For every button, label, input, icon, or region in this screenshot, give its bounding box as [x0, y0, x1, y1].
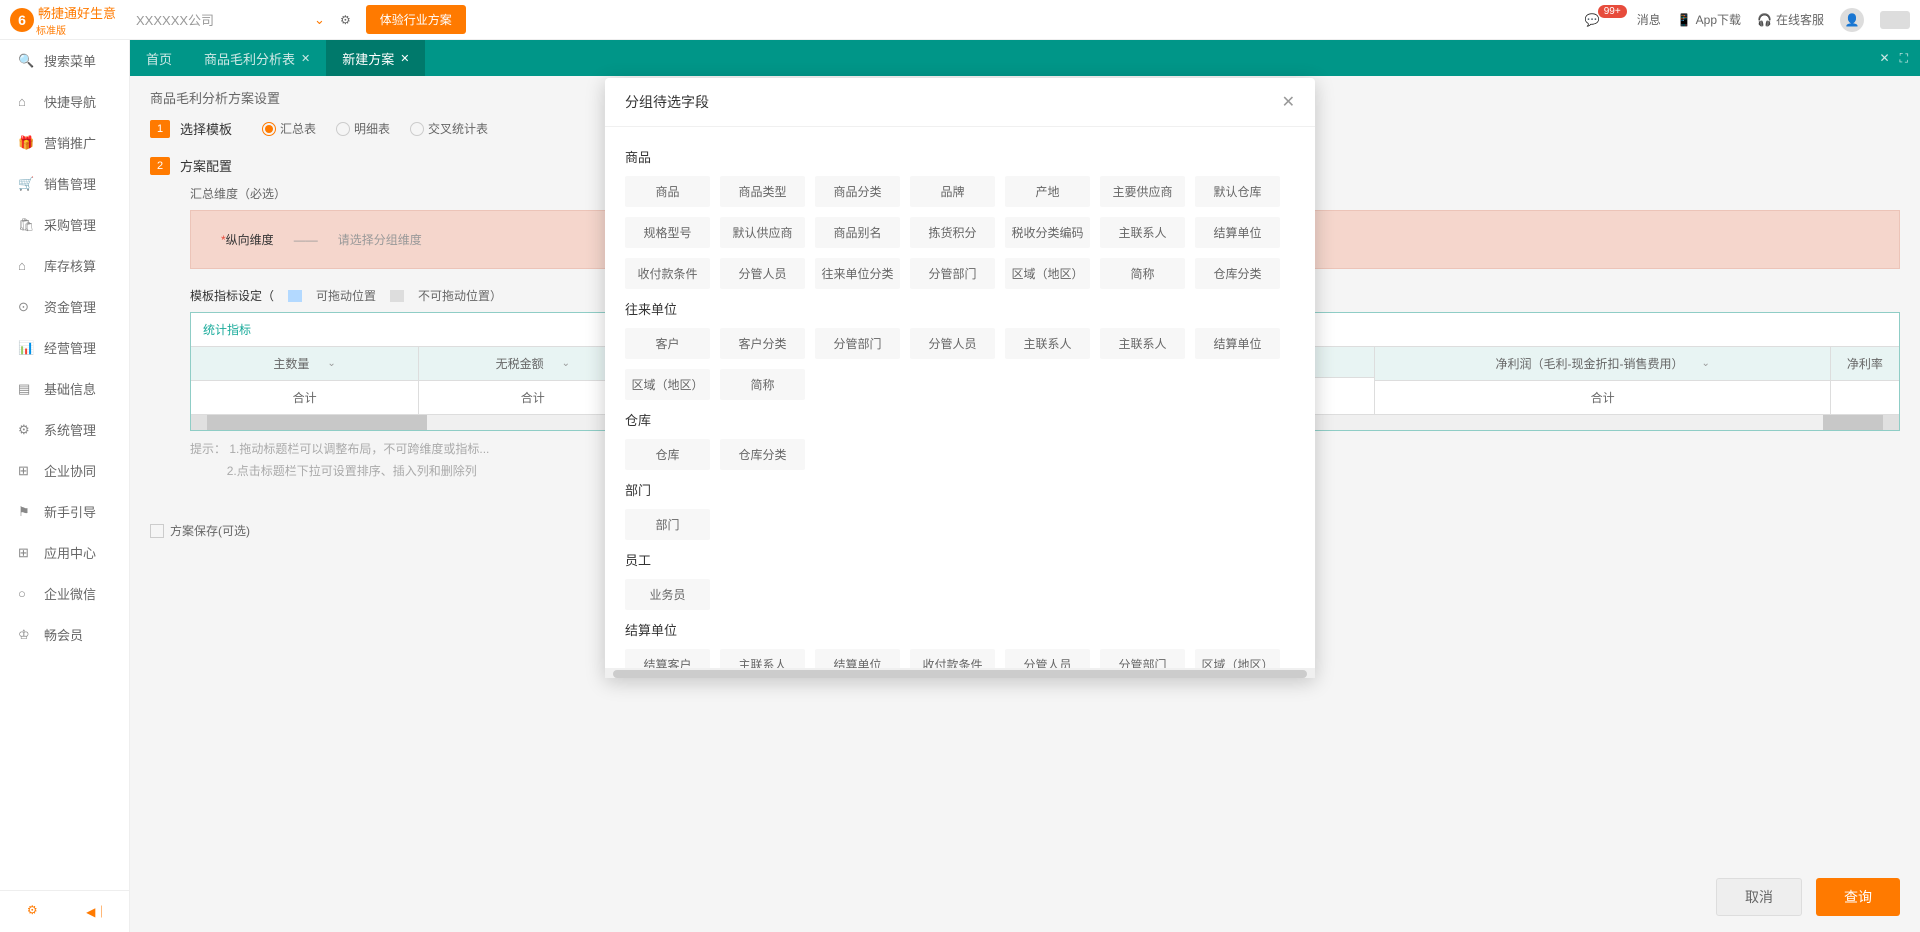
- field-chip[interactable]: 仓库分类: [720, 439, 805, 470]
- field-chip[interactable]: 主联系人: [1100, 217, 1185, 248]
- field-chip[interactable]: 分管部门: [815, 328, 900, 359]
- field-section-4: 员工业务员: [625, 550, 1295, 610]
- modal-close-button[interactable]: ✕: [1282, 92, 1295, 112]
- field-chip[interactable]: 收付款条件: [625, 258, 710, 289]
- field-grid: 结算客户主联系人结算单位收付款条件分管人员分管部门区域（地区）简称: [625, 649, 1295, 668]
- field-chip[interactable]: 主联系人: [1005, 328, 1090, 359]
- field-chip[interactable]: 区域（地区）: [1005, 258, 1090, 289]
- field-chip[interactable]: 分管人员: [910, 328, 995, 359]
- field-chip[interactable]: 分管人员: [1005, 649, 1090, 668]
- field-chip[interactable]: 结算单位: [1195, 328, 1280, 359]
- field-grid: 商品商品类型商品分类品牌产地主要供应商默认仓库规格型号默认供应商商品别名拣货积分…: [625, 176, 1295, 289]
- field-selector-modal: 分组待选字段 ✕ 商品商品商品类型商品分类品牌产地主要供应商默认仓库规格型号默认…: [605, 78, 1315, 678]
- field-chip[interactable]: 分管人员: [720, 258, 805, 289]
- field-chip[interactable]: 拣货积分: [910, 217, 995, 248]
- field-chip[interactable]: 产地: [1005, 176, 1090, 207]
- field-chip[interactable]: 结算单位: [1195, 217, 1280, 248]
- field-section-title: 结算单位: [625, 620, 1295, 639]
- field-chip[interactable]: 部门: [625, 509, 710, 540]
- field-section-title: 部门: [625, 480, 1295, 499]
- field-chip[interactable]: 区域（地区）: [1195, 649, 1280, 668]
- modal-scrollbar-thumb[interactable]: [613, 670, 1307, 678]
- modal-title: 分组待选字段: [625, 92, 709, 112]
- field-grid: 仓库仓库分类: [625, 439, 1295, 470]
- field-section-title: 商品: [625, 147, 1295, 166]
- field-chip[interactable]: 客户: [625, 328, 710, 359]
- field-section-5: 结算单位结算客户主联系人结算单位收付款条件分管人员分管部门区域（地区）简称: [625, 620, 1295, 668]
- field-chip[interactable]: 主联系人: [1100, 328, 1185, 359]
- field-chip[interactable]: 简称: [720, 369, 805, 400]
- field-chip[interactable]: 结算单位: [815, 649, 900, 668]
- field-grid: 业务员: [625, 579, 1295, 610]
- field-section-2: 仓库仓库仓库分类: [625, 410, 1295, 470]
- field-section-0: 商品商品商品类型商品分类品牌产地主要供应商默认仓库规格型号默认供应商商品别名拣货…: [625, 147, 1295, 289]
- field-chip[interactable]: 默认仓库: [1195, 176, 1280, 207]
- field-chip[interactable]: 默认供应商: [720, 217, 805, 248]
- field-chip[interactable]: 主要供应商: [1100, 176, 1185, 207]
- modal-horizontal-scrollbar[interactable]: [605, 668, 1315, 678]
- field-chip[interactable]: 主联系人: [720, 649, 805, 668]
- field-grid: 部门: [625, 509, 1295, 540]
- field-chip[interactable]: 品牌: [910, 176, 995, 207]
- field-chip[interactable]: 商品类型: [720, 176, 805, 207]
- field-chip[interactable]: 分管部门: [1100, 649, 1185, 668]
- field-chip[interactable]: 业务员: [625, 579, 710, 610]
- field-chip[interactable]: 收付款条件: [910, 649, 995, 668]
- modal-overlay: 分组待选字段 ✕ 商品商品商品类型商品分类品牌产地主要供应商默认仓库规格型号默认…: [0, 0, 1920, 932]
- field-section-title: 往来单位: [625, 299, 1295, 318]
- field-chip[interactable]: 规格型号: [625, 217, 710, 248]
- field-chip[interactable]: 简称: [1100, 258, 1185, 289]
- field-chip[interactable]: 仓库分类: [1195, 258, 1280, 289]
- field-section-title: 仓库: [625, 410, 1295, 429]
- field-chip[interactable]: 区域（地区）: [625, 369, 710, 400]
- field-chip[interactable]: 客户分类: [720, 328, 805, 359]
- modal-body: 商品商品商品类型商品分类品牌产地主要供应商默认仓库规格型号默认供应商商品别名拣货…: [605, 127, 1315, 668]
- field-chip[interactable]: 结算客户: [625, 649, 710, 668]
- field-grid: 客户客户分类分管部门分管人员主联系人主联系人结算单位区域（地区）简称: [625, 328, 1295, 400]
- field-section-title: 员工: [625, 550, 1295, 569]
- field-section-1: 往来单位客户客户分类分管部门分管人员主联系人主联系人结算单位区域（地区）简称: [625, 299, 1295, 400]
- field-chip[interactable]: 仓库: [625, 439, 710, 470]
- field-chip[interactable]: 商品: [625, 176, 710, 207]
- field-chip[interactable]: 商品别名: [815, 217, 900, 248]
- field-chip[interactable]: 商品分类: [815, 176, 900, 207]
- field-chip[interactable]: 分管部门: [910, 258, 995, 289]
- field-chip[interactable]: 税收分类编码: [1005, 217, 1090, 248]
- field-chip[interactable]: 往来单位分类: [815, 258, 900, 289]
- field-section-3: 部门部门: [625, 480, 1295, 540]
- modal-header: 分组待选字段 ✕: [605, 78, 1315, 127]
